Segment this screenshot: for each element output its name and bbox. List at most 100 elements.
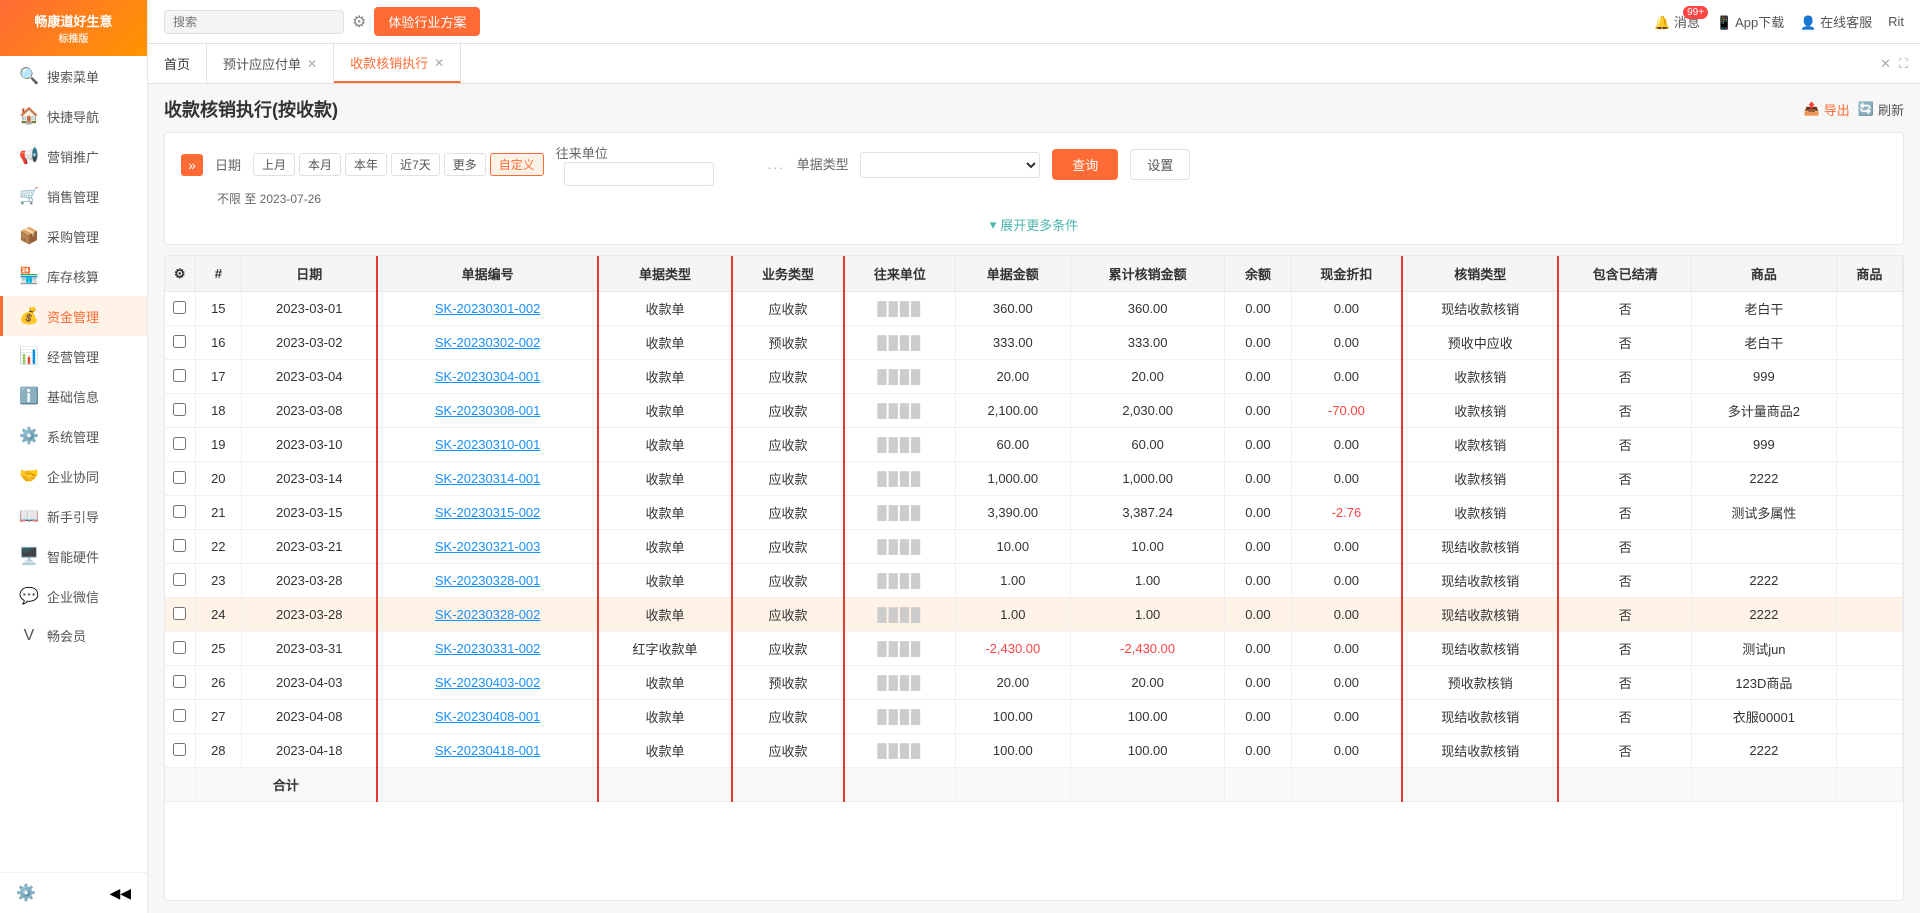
doc-no-link[interactable]: SK-20230308-001: [435, 403, 541, 418]
cell-doc-no[interactable]: SK-20230308-001: [377, 394, 598, 428]
search-input[interactable]: [164, 10, 344, 34]
cell-doc-no[interactable]: SK-20230418-001: [377, 734, 598, 768]
cell-checkbox[interactable]: [165, 700, 195, 734]
doc-no-link[interactable]: SK-20230321-003: [435, 539, 541, 554]
date-btn-this-month[interactable]: 本月: [299, 153, 341, 176]
sidebar-item-member[interactable]: V 畅会员: [0, 616, 147, 655]
tab-receipts[interactable]: 收款核销执行 ✕: [334, 44, 461, 83]
doc-no-link[interactable]: SK-20230403-002: [435, 675, 541, 690]
sidebar-item-marketing[interactable]: 📢 营销推广: [0, 136, 147, 176]
user-info[interactable]: Rit: [1888, 14, 1904, 29]
sidebar-item-hardware[interactable]: 🖥️ 智能硬件: [0, 536, 147, 576]
doc-no-link[interactable]: SK-20230331-002: [435, 641, 541, 656]
doc-no-link[interactable]: SK-20230418-001: [435, 743, 541, 758]
cell-no: 23: [195, 564, 242, 598]
date-btn-more[interactable]: 更多: [444, 153, 486, 176]
tab-prepay[interactable]: 预计应应付单 ✕: [207, 44, 334, 83]
cell-checkbox[interactable]: [165, 530, 195, 564]
industry-button[interactable]: 体验行业方案: [374, 7, 480, 36]
cell-doc-no[interactable]: SK-20230304-001: [377, 360, 598, 394]
cell-doc-no[interactable]: SK-20230328-002: [377, 598, 598, 632]
cell-checkbox[interactable]: [165, 666, 195, 700]
date-btn-7days[interactable]: 近7天: [391, 153, 440, 176]
cell-checkbox[interactable]: [165, 292, 195, 326]
cell-balance: 0.00: [1225, 564, 1291, 598]
refresh-button[interactable]: 🔄 刷新: [1858, 100, 1904, 119]
cell-doc-no[interactable]: SK-20230302-002: [377, 326, 598, 360]
cell-biz-type: 应收款: [732, 632, 844, 666]
doc-no-link[interactable]: SK-20230314-001: [435, 471, 541, 486]
online-service-link[interactable]: 👤 在线客服: [1800, 12, 1872, 31]
doc-no-link[interactable]: SK-20230304-001: [435, 369, 541, 384]
cell-checkbox[interactable]: [165, 462, 195, 496]
sidebar-item-basic[interactable]: ℹ️ 基础信息: [0, 376, 147, 416]
doc-no-link[interactable]: SK-20230328-001: [435, 573, 541, 588]
cell-doc-type: 收款单: [598, 598, 732, 632]
cell-checkbox[interactable]: [165, 394, 195, 428]
date-btn-custom[interactable]: 自定义: [490, 153, 544, 176]
gear-icon[interactable]: ⚙: [352, 12, 366, 32]
doc-no-link[interactable]: SK-20230302-002: [435, 335, 541, 350]
query-button[interactable]: 查询: [1052, 149, 1118, 180]
sidebar-item-purchase[interactable]: 📦 采购管理: [0, 216, 147, 256]
cell-checkbox[interactable]: [165, 496, 195, 530]
expand-more-button[interactable]: ▾ 展开更多条件: [990, 215, 1079, 234]
setting-button[interactable]: 设置: [1130, 149, 1190, 180]
doc-type-select[interactable]: [860, 152, 1040, 178]
sidebar-item-corp[interactable]: 🤝 企业协同: [0, 456, 147, 496]
cell-checkbox[interactable]: [165, 360, 195, 394]
doc-no-link[interactable]: SK-20230315-002: [435, 505, 541, 520]
doc-no-link[interactable]: SK-20230301-002: [435, 301, 541, 316]
sidebar-item-guide[interactable]: 📖 新手引导: [0, 496, 147, 536]
tab-prepay-close[interactable]: ✕: [307, 57, 317, 71]
cell-checkbox[interactable]: [165, 428, 195, 462]
sidebar-item-quick-nav[interactable]: 🏠 快捷导航: [0, 96, 147, 136]
cell-checkbox[interactable]: [165, 564, 195, 598]
sidebar-item-wechat[interactable]: 💬 企业微信: [0, 576, 147, 616]
sidebar-item-search[interactable]: 🔍 搜索菜单: [0, 56, 147, 96]
app-download-link[interactable]: 📱 App下载: [1716, 12, 1784, 31]
sidebar-item-finance[interactable]: 💰 资金管理: [0, 296, 147, 336]
date-btn-last-month[interactable]: 上月: [253, 153, 295, 176]
table-row: 19 2023-03-10 SK-20230310-001 收款单 应收款 ██…: [165, 428, 1903, 462]
sidebar-collapse-icon[interactable]: ◀◀: [109, 885, 131, 902]
cell-checkbox[interactable]: [165, 326, 195, 360]
sidebar-item-sales[interactable]: 🛒 销售管理: [0, 176, 147, 216]
filter-collapse-button[interactable]: »: [181, 154, 203, 176]
doc-no-link[interactable]: SK-20230408-001: [435, 709, 541, 724]
cell-cash-discount: 0.00: [1291, 598, 1402, 632]
cell-date: 2023-03-31: [242, 632, 378, 666]
export-button[interactable]: 📤 导出: [1804, 100, 1850, 119]
cell-cash-discount: 0.00: [1291, 564, 1402, 598]
notification-icon[interactable]: 🔔 99+ 消息: [1654, 12, 1700, 31]
cell-doc-no[interactable]: SK-20230403-002: [377, 666, 598, 700]
doc-no-link[interactable]: SK-20230310-001: [435, 437, 541, 452]
sidebar-item-inventory[interactable]: 🏪 库存核算: [0, 256, 147, 296]
cell-doc-no[interactable]: SK-20230314-001: [377, 462, 598, 496]
sidebar-item-system[interactable]: ⚙️ 系统管理: [0, 416, 147, 456]
cell-doc-no[interactable]: SK-20230331-002: [377, 632, 598, 666]
cell-doc-no[interactable]: SK-20230315-002: [377, 496, 598, 530]
cell-balance: 0.00: [1225, 734, 1291, 768]
cell-checkbox[interactable]: [165, 734, 195, 768]
cell-doc-no[interactable]: SK-20230310-001: [377, 428, 598, 462]
cell-doc-type: 收款单: [598, 394, 732, 428]
doc-no-link[interactable]: SK-20230328-002: [435, 607, 541, 622]
sidebar-settings-icon[interactable]: ⚙️: [16, 883, 36, 903]
cell-doc-no[interactable]: SK-20230328-001: [377, 564, 598, 598]
cell-doc-no[interactable]: SK-20230408-001: [377, 700, 598, 734]
cell-doc-no[interactable]: SK-20230321-003: [377, 530, 598, 564]
cell-checkbox[interactable]: [165, 632, 195, 666]
marketing-icon: 📢: [19, 146, 39, 166]
tab-receipts-close[interactable]: ✕: [434, 56, 444, 70]
counterparty-input[interactable]: [564, 162, 714, 186]
cell-verify-type: 收款核销: [1402, 360, 1558, 394]
tab-close-all[interactable]: ✕: [1880, 56, 1891, 72]
cell-doc-no[interactable]: SK-20230301-002: [377, 292, 598, 326]
date-btn-this-year[interactable]: 本年: [345, 153, 387, 176]
cell-checkbox[interactable]: [165, 598, 195, 632]
tab-restore[interactable]: ⛶: [1899, 56, 1908, 72]
col-settings[interactable]: ⚙: [165, 256, 195, 292]
tab-home[interactable]: 首页: [148, 44, 207, 83]
sidebar-item-operations[interactable]: 📊 经营管理: [0, 336, 147, 376]
